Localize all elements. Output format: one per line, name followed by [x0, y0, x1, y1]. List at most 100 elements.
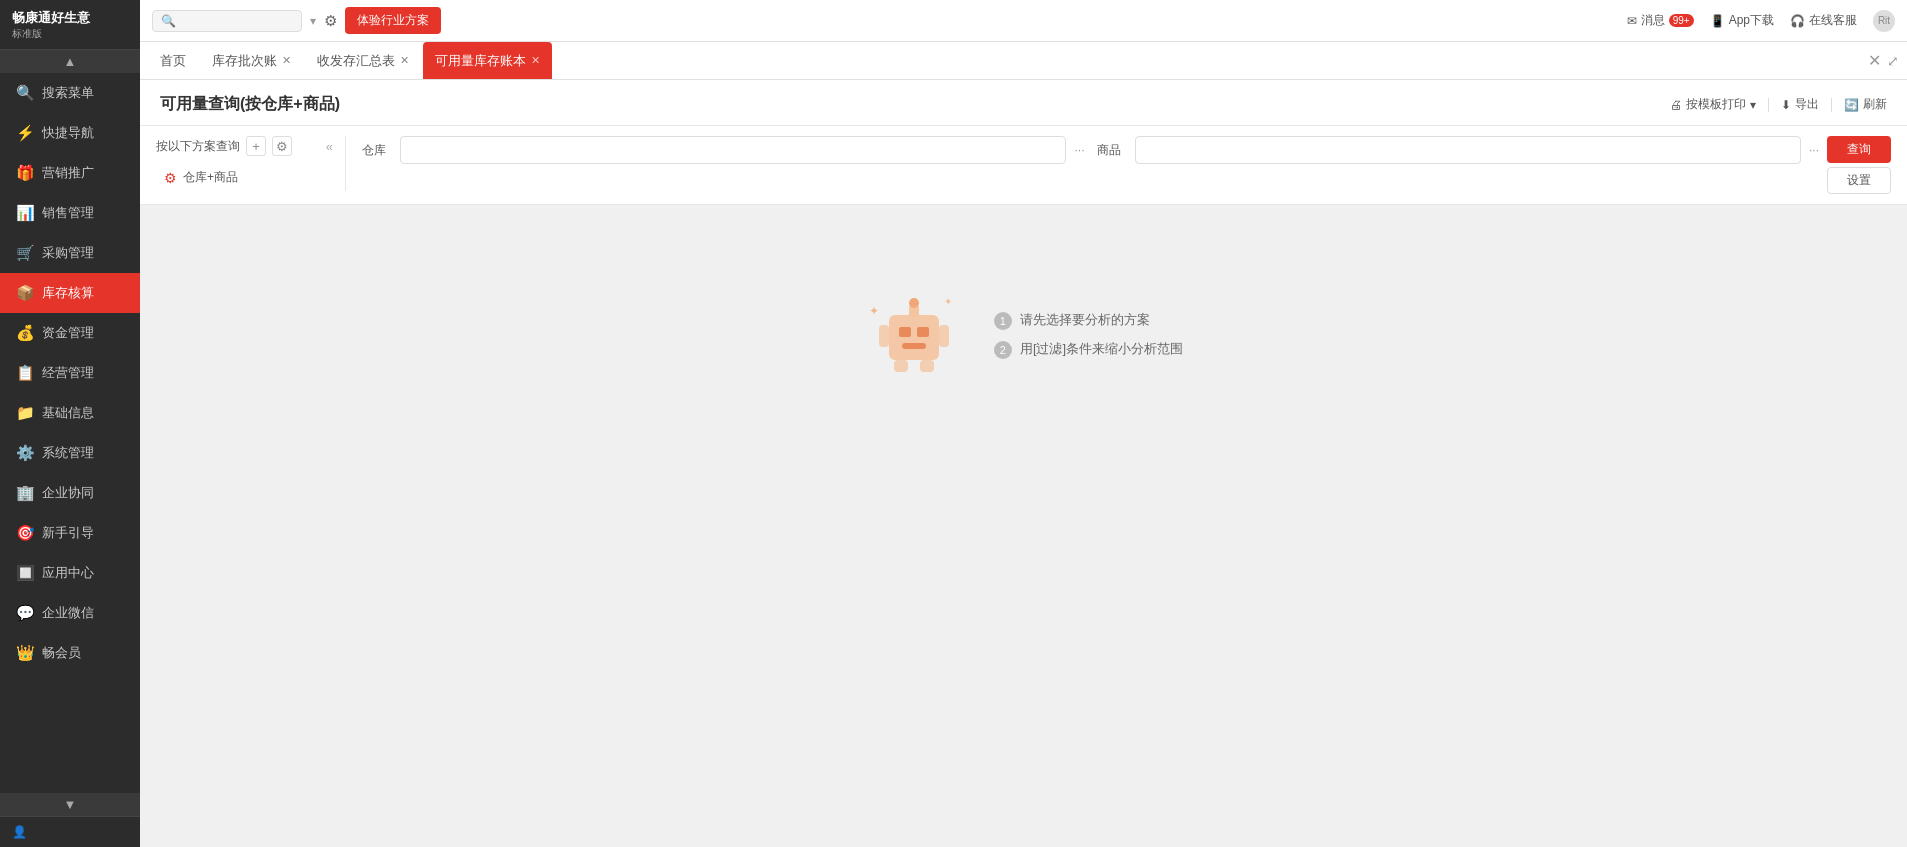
- message-button[interactable]: ✉ 消息 99+: [1627, 12, 1694, 29]
- product-more-button[interactable]: ···: [1809, 143, 1819, 157]
- sidebar-item-enterprise[interactable]: 🏢 企业协同: [0, 473, 140, 513]
- sidebar-item-label: 搜索菜单: [42, 84, 94, 102]
- app-download-button[interactable]: 📱 App下载: [1710, 12, 1774, 29]
- expand-icon[interactable]: ⤢: [1887, 53, 1899, 69]
- sidebar-item-quick[interactable]: ⚡ 快捷导航: [0, 113, 140, 153]
- app-subtitle: 标准版: [12, 27, 128, 41]
- tab-home[interactable]: 首页: [148, 42, 198, 79]
- tab-close-icon[interactable]: ✕: [531, 54, 540, 67]
- sidebar-item-label: 畅会员: [42, 644, 81, 662]
- message-icon: ✉: [1627, 14, 1637, 28]
- tab-batch-ledger[interactable]: 库存批次账 ✕: [200, 42, 303, 79]
- crown-icon: 👑: [16, 644, 34, 662]
- collapse-button[interactable]: «: [326, 139, 333, 154]
- filter-scheme-panel: 按以下方案查询 + ⚙ « ⚙ 仓库+商品: [156, 136, 346, 191]
- sidebar-item-label: 销售管理: [42, 204, 94, 222]
- sidebar-item-inventory[interactable]: 📦 库存核算: [0, 273, 140, 313]
- tabs-bar: 首页 库存批次账 ✕ 收发存汇总表 ✕ 可用量库存账本 ✕ ✕ ⤢: [140, 42, 1907, 80]
- sidebar-item-label: 系统管理: [42, 444, 94, 462]
- tab-available-ledger[interactable]: 可用量库存账本 ✕: [423, 42, 552, 79]
- cart-icon: 🛒: [16, 244, 34, 262]
- gear-icon: ⚙️: [16, 444, 34, 462]
- tab-label: 收发存汇总表: [317, 52, 395, 70]
- product-label: 商品: [1097, 142, 1127, 159]
- sidebar-item-label: 快捷导航: [42, 124, 94, 142]
- sidebar-item-label: 新手引导: [42, 524, 94, 542]
- warehouse-input[interactable]: [400, 136, 1066, 164]
- headset-icon: 🎧: [1790, 14, 1805, 28]
- sidebar-logo: 畅康通好生意 标准版: [0, 0, 140, 50]
- tab-close-icon[interactable]: ✕: [282, 54, 291, 67]
- online-service-button[interactable]: 🎧 在线客服: [1790, 12, 1857, 29]
- avatar: Rit: [1873, 10, 1895, 32]
- scheme-item-warehouse-product[interactable]: ⚙ 仓库+商品: [156, 164, 333, 191]
- tab-label: 首页: [160, 52, 186, 70]
- avatar-initials: Rit: [1878, 15, 1890, 26]
- sidebar-item-label: 应用中心: [42, 564, 94, 582]
- settings-button[interactable]: 设置: [1827, 167, 1891, 194]
- svg-rect-1: [899, 327, 911, 337]
- user-menu[interactable]: Rit: [1873, 10, 1895, 32]
- svg-rect-7: [939, 325, 949, 347]
- warehouse-label: 仓库: [362, 142, 392, 159]
- sidebar-scroll-up[interactable]: ▲: [0, 50, 140, 73]
- query-button[interactable]: 查询: [1827, 136, 1891, 163]
- empty-state: ✦ ✦ 1 请先选择要分析的方案 2 用[过滤]条件来缩小分析范围: [140, 205, 1907, 465]
- svg-rect-3: [902, 343, 926, 349]
- svg-rect-0: [889, 315, 939, 360]
- industry-solution-button[interactable]: 体验行业方案: [345, 7, 441, 34]
- sidebar-item-label: 企业微信: [42, 604, 94, 622]
- sidebar-item-marketing[interactable]: 🎁 营销推广: [0, 153, 140, 193]
- empty-tips: 1 请先选择要分析的方案 2 用[过滤]条件来缩小分析范围: [994, 311, 1183, 359]
- search-input[interactable]: [180, 14, 293, 28]
- sidebar-item-operation[interactable]: 📋 经营管理: [0, 353, 140, 393]
- empty-state-inner: ✦ ✦ 1 请先选择要分析的方案 2 用[过滤]条件来缩小分析范围: [864, 285, 1183, 385]
- action-divider: [1768, 98, 1769, 112]
- chart-icon: 📊: [16, 204, 34, 222]
- warehouse-more-button[interactable]: ···: [1074, 143, 1084, 157]
- scheme-settings-button[interactable]: ⚙: [272, 136, 292, 156]
- box-icon: 📦: [16, 284, 34, 302]
- refresh-button[interactable]: 🔄 刷新: [1844, 96, 1887, 113]
- sidebar-item-wechat[interactable]: 💬 企业微信: [0, 593, 140, 633]
- svg-rect-6: [879, 325, 889, 347]
- topbar-right: ✉ 消息 99+ 📱 App下载 🎧 在线客服 Rit: [1627, 10, 1895, 32]
- sidebar-scroll-down[interactable]: ▼: [0, 793, 140, 816]
- sidebar-item-label: 采购管理: [42, 244, 94, 262]
- clipboard-icon: 📋: [16, 364, 34, 382]
- sidebar-item-sales[interactable]: 📊 销售管理: [0, 193, 140, 233]
- tab-close-icon[interactable]: ✕: [400, 54, 409, 67]
- page-title: 可用量查询(按仓库+商品): [160, 94, 340, 115]
- topbar-search-box[interactable]: 🔍: [152, 10, 302, 32]
- search-dropdown-icon[interactable]: ▾: [310, 14, 316, 28]
- action-divider-2: [1831, 98, 1832, 112]
- print-icon: 🖨: [1670, 98, 1682, 112]
- sidebar-bottom[interactable]: 👤: [0, 816, 140, 847]
- sidebar-item-newbie[interactable]: 🎯 新手引导: [0, 513, 140, 553]
- empty-tip-2: 2 用[过滤]条件来缩小分析范围: [994, 340, 1183, 359]
- sidebar-item-label: 企业协同: [42, 484, 94, 502]
- sidebar-item-finance[interactable]: 💰 资金管理: [0, 313, 140, 353]
- settings-icon[interactable]: ⚙: [324, 12, 337, 30]
- warehouse-field: 仓库 ···: [362, 136, 1085, 164]
- sidebar-item-vip[interactable]: 👑 畅会员: [0, 633, 140, 673]
- add-scheme-button[interactable]: +: [246, 136, 266, 156]
- content-area: 可用量查询(按仓库+商品) 🖨 按模板打印 ▾ ⬇ 导出 🔄 刷新: [140, 80, 1907, 847]
- export-button[interactable]: ⬇ 导出: [1781, 96, 1819, 113]
- sidebar-item-system[interactable]: ⚙️ 系统管理: [0, 433, 140, 473]
- svg-text:✦: ✦: [869, 304, 879, 318]
- money-icon: 💰: [16, 324, 34, 342]
- refresh-icon: 🔄: [1844, 98, 1859, 112]
- sidebar-item-search[interactable]: 🔍 搜索菜单: [0, 73, 140, 113]
- close-all-tabs-button[interactable]: ✕: [1868, 51, 1881, 70]
- sidebar-item-base[interactable]: 📁 基础信息: [0, 393, 140, 433]
- tip-number-2: 2: [994, 341, 1012, 359]
- sidebar-item-purchase[interactable]: 🛒 采购管理: [0, 233, 140, 273]
- print-button[interactable]: 🖨 按模板打印 ▾: [1670, 96, 1756, 113]
- sidebar-item-apps[interactable]: 🔲 应用中心: [0, 553, 140, 593]
- user-icon: 👤: [12, 825, 27, 839]
- tab-label: 可用量库存账本: [435, 52, 526, 70]
- product-input[interactable]: [1135, 136, 1801, 164]
- target-icon: 🎯: [16, 524, 34, 542]
- tab-stock-summary[interactable]: 收发存汇总表 ✕: [305, 42, 421, 79]
